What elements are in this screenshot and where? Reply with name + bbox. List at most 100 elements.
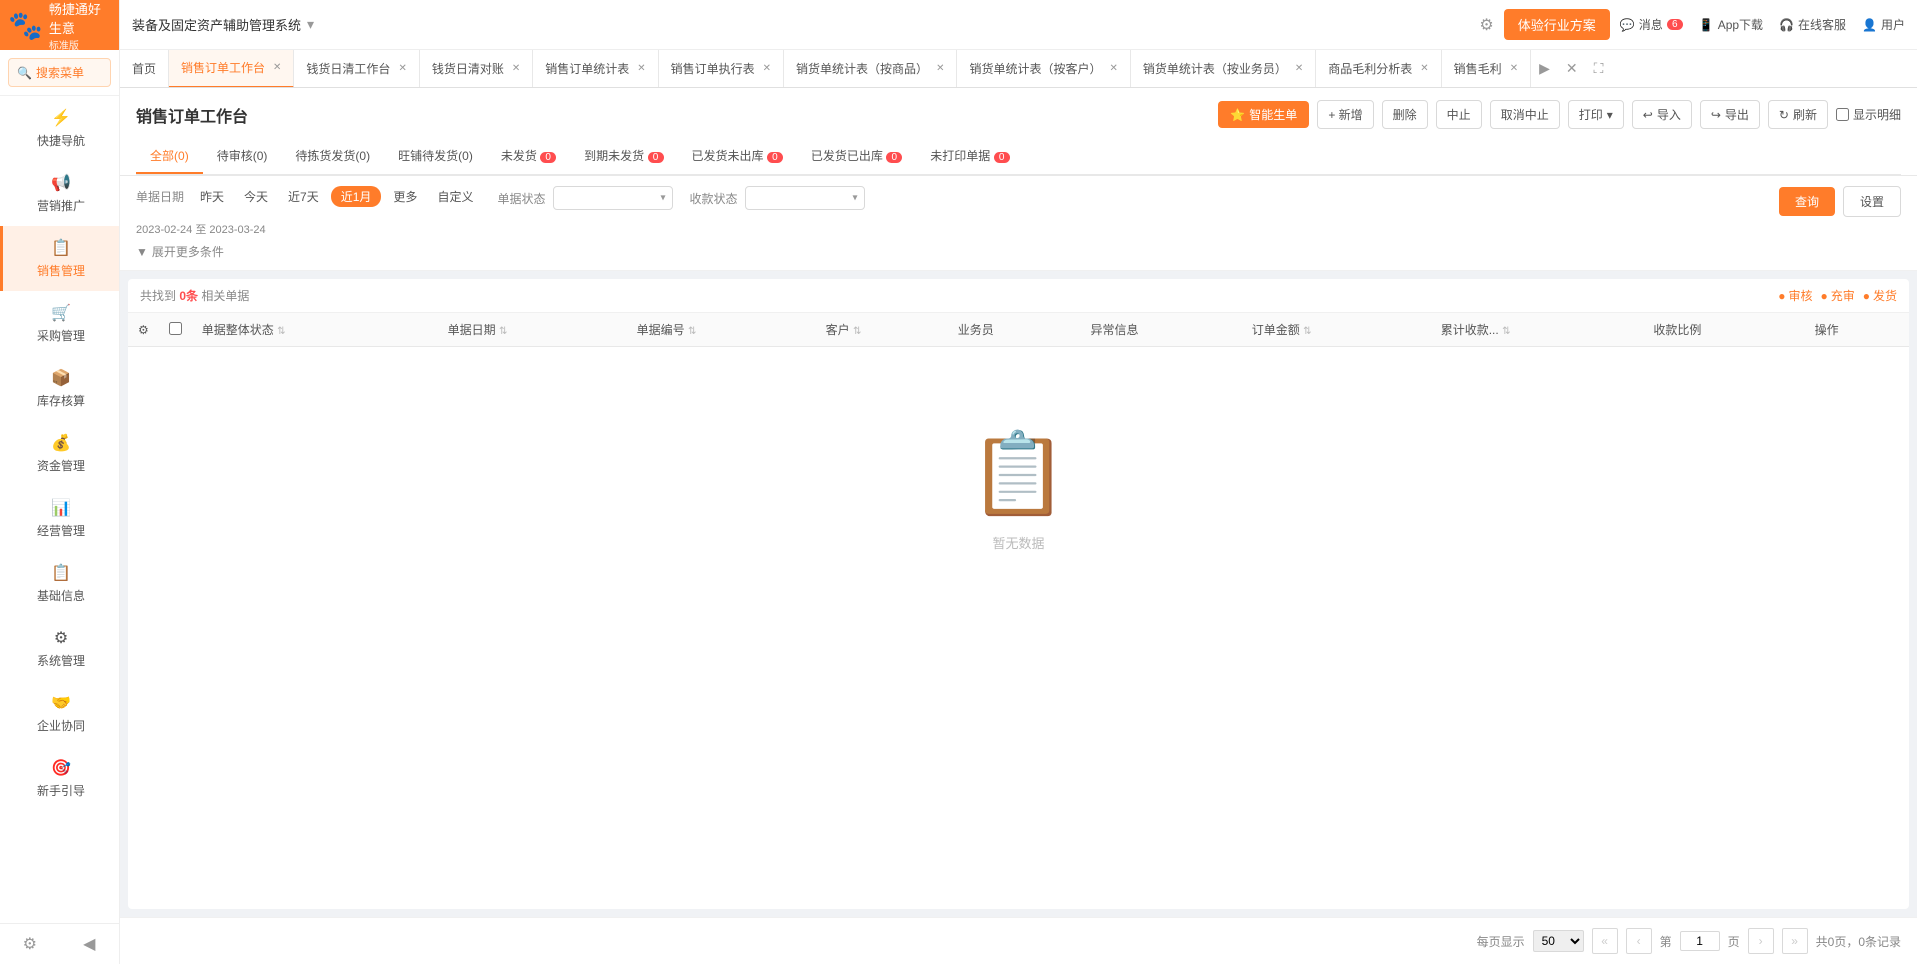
sidebar-item-quick-nav[interactable]: ⚡ 快捷导航 — [0, 96, 119, 161]
date-opt-7days[interactable]: 近7天 — [280, 186, 327, 207]
tab-sale-stats-staff[interactable]: 销货单统计表（按业务员） ✕ — [1131, 50, 1316, 88]
subtab-not-printed[interactable]: 未打印单据 0 — [916, 139, 1023, 174]
prev-page-btn[interactable]: ‹ — [1626, 928, 1652, 954]
sidebar-item-finance[interactable]: 💰 资金管理 — [0, 421, 119, 486]
subtab-all[interactable]: 全部(0) — [136, 139, 203, 174]
tab-close-icon[interactable]: ✕ — [512, 63, 520, 74]
select-all-checkbox[interactable] — [169, 322, 182, 335]
tab-close-icon[interactable]: ✕ — [1109, 63, 1117, 74]
col-date: 单据日期 ⇅ — [438, 313, 627, 347]
sort-number-icon[interactable]: ⇅ — [688, 326, 696, 337]
tab-close-icon[interactable]: ✕ — [936, 63, 944, 74]
sort-status-icon[interactable]: ⇅ — [277, 326, 285, 337]
subtab-expired-not-shipped[interactable]: 到期未发货 0 — [570, 139, 677, 174]
col-status: 单据整体状态 ⇅ — [192, 313, 438, 347]
unreviewed-action-btn[interactable]: ● 充审 — [1820, 287, 1854, 304]
col-checkbox[interactable] — [159, 313, 192, 347]
status-select[interactable] — [553, 186, 673, 210]
trial-btn[interactable]: 体验行业方案 — [1504, 9, 1610, 40]
sidebar-item-marketing[interactable]: 📢 营销推广 — [0, 161, 119, 226]
tab-sales-workbench[interactable]: 销售订单工作台 ✕ — [169, 50, 294, 88]
tab-cash-daily[interactable]: 钱货日清工作台 ✕ — [294, 50, 419, 88]
subtab-wangpu-pending[interactable]: 旺铺待发货(0) — [384, 139, 487, 174]
tab-close-icon[interactable]: ✕ — [1510, 63, 1518, 74]
date-opt-more[interactable]: 更多 — [385, 186, 425, 207]
export-btn[interactable]: ↪ 导出 — [1700, 100, 1760, 129]
cancel-stop-btn[interactable]: 取消中止 — [1490, 100, 1560, 129]
settings-icon[interactable]: ⚙ — [1479, 15, 1493, 35]
tab-maximize[interactable]: ⛶ — [1586, 50, 1612, 88]
sidebar-item-guide[interactable]: 🎯 新手引导 — [0, 746, 119, 811]
col-settings[interactable]: ⚙ — [128, 313, 159, 347]
tab-sales-he[interactable]: 销售毛利 ✕ — [1442, 50, 1531, 88]
online-service-btn[interactable]: 🎧 在线客服 — [1779, 16, 1846, 33]
tab-home[interactable]: 首页 — [120, 50, 169, 88]
stop-btn[interactable]: 中止 — [1436, 100, 1482, 129]
tab-nav-forward[interactable]: ▶ — [1531, 50, 1558, 88]
system-dropdown-icon[interactable]: ▾ — [307, 16, 314, 33]
sort-cumulative-icon[interactable]: ⇅ — [1502, 326, 1510, 337]
tab-sale-stats-customer[interactable]: 销货单统计表（按客户） ✕ — [957, 50, 1130, 88]
date-opt-yesterday[interactable]: 昨天 — [192, 186, 232, 207]
message-btn[interactable]: 💬 消息 6 — [1620, 16, 1683, 33]
sort-customer-icon[interactable]: ⇅ — [853, 326, 861, 337]
date-opt-today[interactable]: 今天 — [236, 186, 276, 207]
tab-sale-stats-product[interactable]: 销货单统计表（按商品） ✕ — [784, 50, 957, 88]
sort-date-icon[interactable]: ⇅ — [499, 326, 507, 337]
filter-setting-btn[interactable]: 设置 — [1843, 186, 1901, 217]
print-btn[interactable]: 打印 ▾ — [1568, 100, 1624, 129]
sidebar-collapse-btn[interactable]: ◀ — [60, 924, 120, 964]
date-opt-1month[interactable]: 近1月 — [331, 186, 382, 207]
tab-close-icon[interactable]: ✕ — [273, 62, 281, 73]
delete-btn[interactable]: 删除 — [1382, 100, 1428, 129]
next-page-btn[interactable]: › — [1748, 928, 1774, 954]
page-size-select[interactable]: 50 20 100 — [1533, 930, 1584, 952]
query-btn[interactable]: 查询 — [1779, 187, 1835, 216]
tab-close-icon[interactable]: ✕ — [637, 63, 645, 74]
subtab-pending-review[interactable]: 待审核(0) — [203, 139, 282, 174]
app-download-btn[interactable]: 📱 App下载 — [1699, 16, 1763, 33]
tab-cash-reconcile[interactable]: 钱货日清对账 ✕ — [420, 50, 533, 88]
sidebar-search[interactable]: 🔍 搜索菜单 — [0, 50, 119, 96]
payment-select[interactable] — [745, 186, 865, 210]
tab-close-icon[interactable]: ✕ — [398, 63, 406, 74]
col-number: 单据编号 ⇅ — [627, 313, 816, 347]
page-input[interactable] — [1680, 931, 1720, 951]
ship-action-btn[interactable]: ● 发货 — [1863, 287, 1897, 304]
review-action-btn[interactable]: ● 审核 — [1778, 287, 1812, 304]
sidebar-item-purchase[interactable]: 🛒 采购管理 — [0, 291, 119, 356]
tab-close-icon[interactable]: ✕ — [1420, 63, 1428, 74]
sort-amount-icon[interactable]: ⇅ — [1303, 326, 1311, 337]
tab-sales-stats[interactable]: 销售订单统计表 ✕ — [533, 50, 658, 88]
sidebar-item-sales[interactable]: 📋 销售管理 — [0, 226, 119, 291]
expand-filter-btn[interactable]: ▼ 展开更多条件 — [136, 243, 1901, 260]
smart-order-btn[interactable]: ⭐ 智能生单 — [1218, 101, 1309, 128]
sidebar-settings-btn[interactable]: ⚙ — [0, 924, 60, 964]
tab-gross-profit[interactable]: 商品毛利分析表 ✕ — [1316, 50, 1441, 88]
import-btn[interactable]: ↩ 导入 — [1632, 100, 1692, 129]
first-page-btn[interactable]: « — [1592, 928, 1618, 954]
sidebar-item-system[interactable]: ⚙ 系统管理 — [0, 616, 119, 681]
subtab-pending-inspect[interactable]: 待拣货发货(0) — [281, 139, 384, 174]
tab-close-all[interactable]: ✕ — [1558, 50, 1586, 88]
sidebar-item-cooperation[interactable]: 🤝 企业协同 — [0, 681, 119, 746]
last-page-btn[interactable]: » — [1782, 928, 1808, 954]
tab-close-icon[interactable]: ✕ — [1295, 63, 1303, 74]
display-detail-checkbox[interactable] — [1836, 108, 1849, 121]
refresh-btn[interactable]: ↻ 刷新 — [1768, 100, 1828, 129]
sidebar-item-basic-info[interactable]: 📋 基础信息 — [0, 551, 119, 616]
sidebar-item-operations[interactable]: 📊 经营管理 — [0, 486, 119, 551]
expand-row: ▼ 展开更多条件 — [136, 243, 1901, 260]
search-icon: 🔍 — [17, 66, 32, 80]
subtab-shipped-out[interactable]: 已发货已出库 0 — [797, 139, 916, 174]
user-btn[interactable]: 👤 用户 — [1862, 16, 1905, 33]
subtab-not-shipped[interactable]: 未发货 0 — [487, 139, 570, 174]
date-opt-custom[interactable]: 自定义 — [429, 186, 481, 207]
subtab-shipped-not-out[interactable]: 已发货未出库 0 — [678, 139, 797, 174]
add-btn[interactable]: + 新增 — [1317, 100, 1373, 129]
tab-close-icon[interactable]: ✕ — [763, 63, 771, 74]
tab-sales-exec[interactable]: 销售订单执行表 ✕ — [659, 50, 784, 88]
search-menu-button[interactable]: 🔍 搜索菜单 — [8, 58, 111, 87]
sidebar-item-inventory[interactable]: 📦 库存核算 — [0, 356, 119, 421]
display-detail-label[interactable]: 显示明细 — [1836, 106, 1901, 123]
